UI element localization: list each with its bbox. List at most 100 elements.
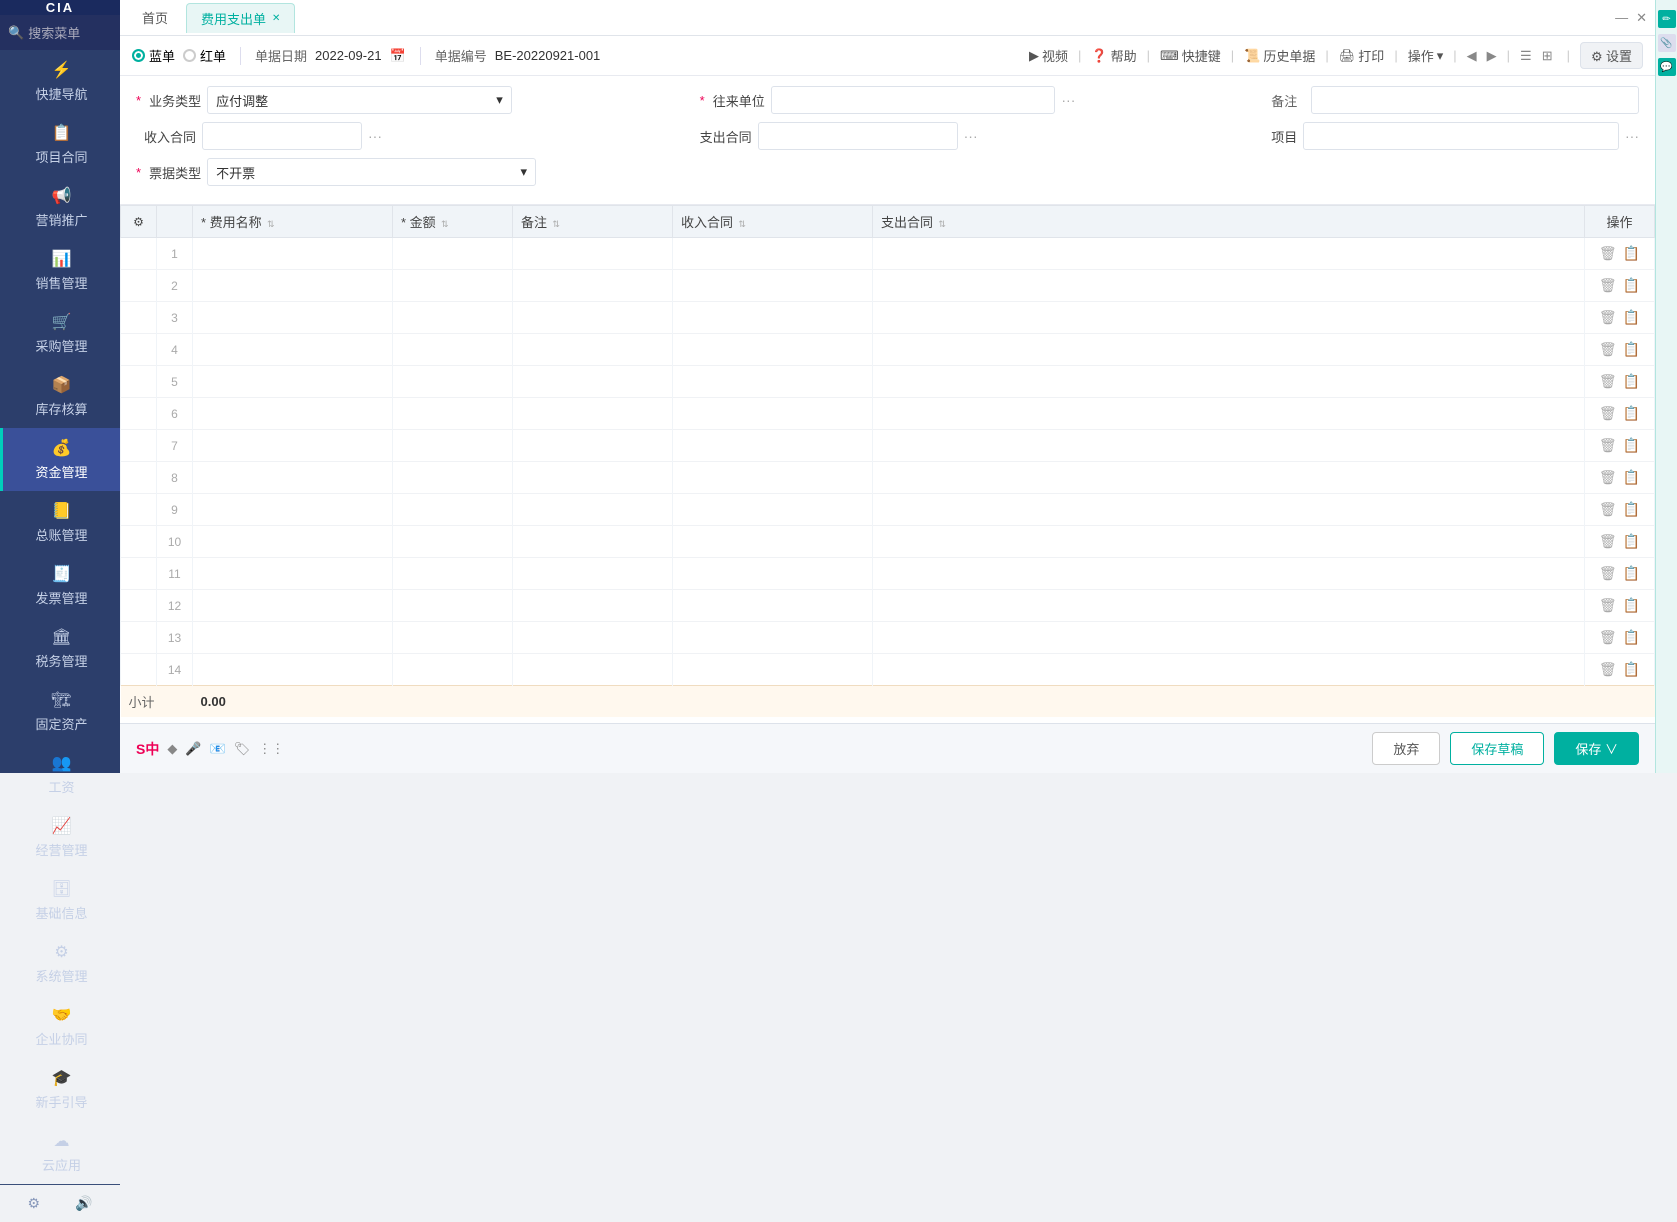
copy-row-icon[interactable]: 📋 xyxy=(1623,533,1640,550)
row-amount[interactable] xyxy=(393,590,513,622)
sidebar-item-accounting[interactable]: 📒 总账管理 xyxy=(0,491,120,554)
row-expense-name[interactable] xyxy=(193,302,393,334)
sidebar-item-newbie[interactable]: 🎓 新手引导 xyxy=(0,1058,120,1121)
history-action[interactable]: 📜 历史单据 xyxy=(1244,46,1315,65)
sidebar-item-ops-mgmt[interactable]: 📈 经营管理 xyxy=(0,806,120,869)
col-gear[interactable]: ⚙ xyxy=(121,206,157,238)
row-remark[interactable] xyxy=(513,526,673,558)
delete-row-icon[interactable]: 🗑 xyxy=(1599,373,1617,390)
sidebar-item-fund-mgmt[interactable]: 💰 资金管理 xyxy=(0,428,120,491)
row-expense-name[interactable] xyxy=(193,558,393,590)
row-amount[interactable] xyxy=(393,494,513,526)
delete-row-icon[interactable]: 🗑 xyxy=(1599,533,1617,550)
row-income-contract[interactable] xyxy=(673,302,873,334)
row-expense-name[interactable] xyxy=(193,462,393,494)
col-expense-name[interactable]: * 费用名称 ⇅ xyxy=(193,206,393,238)
row-expense-contract[interactable] xyxy=(873,526,1585,558)
col-remark[interactable]: 备注 ⇅ xyxy=(513,206,673,238)
email-icon[interactable]: 📧 xyxy=(210,741,226,757)
row-expense-contract[interactable] xyxy=(873,462,1585,494)
row-amount[interactable] xyxy=(393,398,513,430)
copy-row-icon[interactable]: 📋 xyxy=(1623,373,1640,390)
radio-blue[interactable]: 蓝单 xyxy=(132,46,175,65)
delete-row-icon[interactable]: 🗑 xyxy=(1599,309,1617,326)
delete-row-icon[interactable]: 🗑 xyxy=(1599,341,1617,358)
row-expense-name[interactable] xyxy=(193,366,393,398)
copy-row-icon[interactable]: 📋 xyxy=(1623,277,1640,294)
row-expense-contract[interactable] xyxy=(873,270,1585,302)
project-ellipsis[interactable]: ··· xyxy=(1625,128,1639,144)
delete-row-icon[interactable]: 🗑 xyxy=(1599,501,1617,518)
copy-row-icon[interactable]: 📋 xyxy=(1623,341,1640,358)
sidebar-item-cloud-apps[interactable]: ☁ 云应用 xyxy=(0,1121,120,1184)
delete-row-icon[interactable]: 🗑 xyxy=(1599,277,1617,294)
row-income-contract[interactable] xyxy=(673,558,873,590)
row-amount[interactable] xyxy=(393,526,513,558)
shortcut-action[interactable]: ⌨ 快捷键 xyxy=(1160,46,1221,65)
copy-row-icon[interactable]: 📋 xyxy=(1623,437,1640,454)
sidebar-item-project-contract[interactable]: 📋 项目合同 xyxy=(0,113,120,176)
delete-row-icon[interactable]: 🗑 xyxy=(1599,437,1617,454)
row-income-contract[interactable] xyxy=(673,366,873,398)
copy-row-icon[interactable]: 📋 xyxy=(1623,469,1640,486)
income-contract-input[interactable] xyxy=(202,122,362,150)
row-remark[interactable] xyxy=(513,270,673,302)
close-tab-icon[interactable]: ✕ xyxy=(272,13,280,24)
row-expense-name[interactable] xyxy=(193,622,393,654)
row-amount[interactable] xyxy=(393,270,513,302)
nav-prev-icon[interactable]: ◀ xyxy=(1467,48,1477,64)
row-income-contract[interactable] xyxy=(673,526,873,558)
row-income-contract[interactable] xyxy=(673,270,873,302)
sidebar-item-sales-promotion[interactable]: 📢 营销推广 xyxy=(0,176,120,239)
row-income-contract[interactable] xyxy=(673,462,873,494)
row-expense-name[interactable] xyxy=(193,270,393,302)
row-expense-name[interactable] xyxy=(193,590,393,622)
radio-red[interactable]: 红单 xyxy=(183,46,226,65)
delete-row-icon[interactable]: 🗑 xyxy=(1599,469,1617,486)
row-amount[interactable] xyxy=(393,238,513,270)
row-remark[interactable] xyxy=(513,366,673,398)
print-action[interactable]: 🖨 打印 xyxy=(1339,46,1385,65)
row-expense-name[interactable] xyxy=(193,654,393,686)
more-icon[interactable]: ⋮⋮ xyxy=(258,741,284,757)
sidebar-item-enterprise[interactable]: 🤝 企业协同 xyxy=(0,995,120,1058)
save-draft-button[interactable]: 保存草稿 xyxy=(1450,732,1544,765)
sidebar-item-invoice[interactable]: 🧾 发票管理 xyxy=(0,554,120,617)
sidebar-item-quick-nav[interactable]: ⚡ 快捷导航 xyxy=(0,50,120,113)
row-remark[interactable] xyxy=(513,654,673,686)
row-expense-name[interactable] xyxy=(193,526,393,558)
help-action[interactable]: ❓ 帮助 xyxy=(1091,46,1136,65)
nav-next-icon[interactable]: ▶ xyxy=(1487,48,1497,64)
biz-type-select[interactable]: 应付调整 ▾ xyxy=(207,86,512,114)
note-input[interactable] xyxy=(1311,86,1639,114)
row-expense-contract[interactable] xyxy=(873,334,1585,366)
row-income-contract[interactable] xyxy=(673,238,873,270)
expense-contract-input[interactable] xyxy=(758,122,958,150)
row-income-contract[interactable] xyxy=(673,654,873,686)
row-expense-contract[interactable] xyxy=(873,430,1585,462)
delete-row-icon[interactable]: 🗑 xyxy=(1599,245,1617,262)
row-income-contract[interactable] xyxy=(673,622,873,654)
row-expense-contract[interactable] xyxy=(873,398,1585,430)
row-remark[interactable] xyxy=(513,622,673,654)
row-amount[interactable] xyxy=(393,302,513,334)
row-expense-contract[interactable] xyxy=(873,494,1585,526)
row-expense-contract[interactable] xyxy=(873,366,1585,398)
row-expense-name[interactable] xyxy=(193,238,393,270)
row-expense-contract[interactable] xyxy=(873,590,1585,622)
row-remark[interactable] xyxy=(513,558,673,590)
expense-contract-ellipsis[interactable]: ··· xyxy=(964,128,978,144)
row-expense-contract[interactable] xyxy=(873,238,1585,270)
sidebar-item-tax[interactable]: 🏛 税务管理 xyxy=(0,617,120,680)
row-amount[interactable] xyxy=(393,622,513,654)
partner-ellipsis[interactable]: ··· xyxy=(1061,92,1075,108)
project-input[interactable] xyxy=(1303,122,1619,150)
settings-icon[interactable]: ⚙ xyxy=(28,1195,41,1212)
col-amount[interactable]: * 金额 ⇅ xyxy=(393,206,513,238)
sidebar-item-fixed-assets[interactable]: 🏗 固定资产 xyxy=(0,680,120,743)
list-view-icon[interactable]: ☰ xyxy=(1520,48,1532,64)
row-remark[interactable] xyxy=(513,590,673,622)
sidebar-item-base-info[interactable]: 🗄 基础信息 xyxy=(0,869,120,932)
right-panel-attach-icon[interactable]: 📎 xyxy=(1658,34,1676,52)
tab-home[interactable]: 首页 xyxy=(128,3,182,33)
